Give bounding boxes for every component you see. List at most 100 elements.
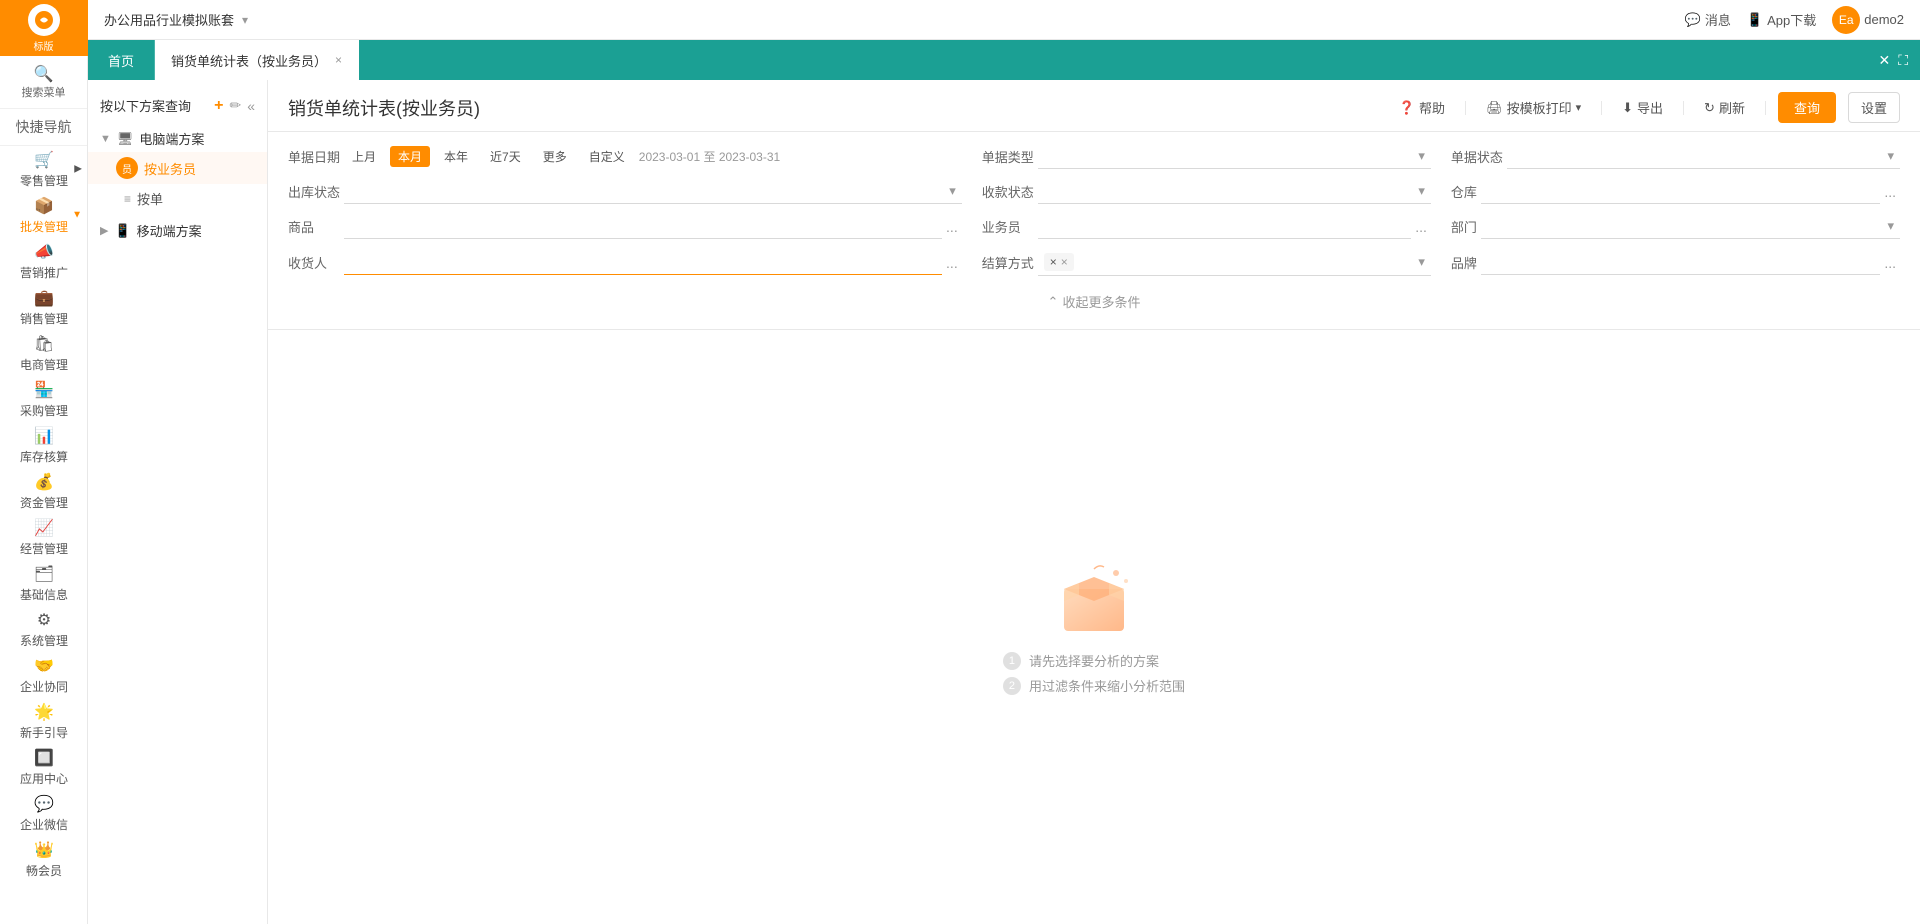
salesman-input[interactable] (1038, 215, 1411, 239)
settings-btn[interactable]: 设置 (1848, 92, 1900, 123)
sidebar-item-purchase[interactable]: 🏪 采购管理 (0, 376, 87, 422)
export-btn[interactable]: ⬇ 导出 (1614, 94, 1671, 121)
date-btn-last-month[interactable]: 上月 (344, 146, 384, 167)
empty-state-illustration (1044, 559, 1144, 639)
hint-2: 2 用过滤条件来缩小分析范围 (1003, 676, 1185, 695)
filter-goods: 商品 ... (288, 215, 962, 239)
filter-row-2: 出库状态 ▾ 收款状态 ▾ (288, 179, 1900, 204)
mobile-scheme-group-header[interactable]: ▶ 📱 移动端方案 (88, 217, 267, 244)
page-title: 销货单统计表(按业务员) (288, 95, 480, 121)
brand-input[interactable] (1481, 251, 1880, 275)
message-btn[interactable]: 💬 消息 (1685, 10, 1731, 29)
tab-maximize-icon[interactable]: ⛶ (1898, 52, 1908, 69)
sidebar-item-finance[interactable]: 💰 资金管理 (0, 468, 87, 514)
enterprise-icon: 🤝 (34, 656, 54, 676)
sidebar-item-ecommerce[interactable]: 🛍 电商管理 (0, 330, 87, 376)
retail-icon: 🛒 (34, 150, 54, 170)
base-icon: 🗂 (34, 564, 54, 584)
edit-scheme-icon[interactable]: ✏ (229, 97, 241, 114)
scheme-item-by-salesman[interactable]: 员 按业务员 (88, 152, 267, 184)
pc-scheme-group-header[interactable]: ▼ 🖥 电脑端方案 (88, 125, 267, 152)
settle-select[interactable]: × × ▾ (1038, 249, 1431, 276)
goods-input[interactable] (344, 215, 942, 239)
scheme-item-by-order[interactable]: ≡ 按单 (88, 184, 267, 213)
app-download-btn[interactable]: 📱 App下载 (1747, 10, 1816, 29)
logo[interactable]: 标版 (0, 0, 88, 56)
left-panel-header: 按以下方案查询 + ✏ « (88, 92, 267, 123)
tab-close-window-icon[interactable]: ✕ (1878, 52, 1890, 69)
sidebar-item-sales[interactable]: 💼 销售管理 (0, 284, 87, 330)
topbar-left: 办公用品行业模拟账套 ▾ (104, 10, 248, 29)
appcenter-icon: 🔲 (34, 748, 54, 768)
sidebar-item-system[interactable]: ⚙ 系统管理 (0, 606, 87, 652)
left-panel: 按以下方案查询 + ✏ « ▼ 🖥 电脑端方案 员 按业务员 (88, 80, 268, 924)
receiver-input[interactable] (344, 251, 942, 275)
query-btn[interactable]: 查询 (1778, 92, 1836, 123)
goods-label: 商品 (288, 217, 344, 236)
payment-status-label: 收款状态 (982, 182, 1038, 201)
sidebar-item-newuser[interactable]: 🌟 新手引导 (0, 698, 87, 744)
sidebar-item-inventory[interactable]: 📊 库存核算 (0, 422, 87, 468)
goods-dots-icon[interactable]: ... (942, 219, 962, 235)
topbar-title: 办公用品行业模拟账套 (104, 10, 234, 29)
tab-home[interactable]: 首页 (88, 40, 155, 80)
print-icon: 🖨 (1486, 100, 1503, 116)
inventory-icon: 📊 (34, 426, 54, 446)
dept-arrow-icon: ▾ (1887, 218, 1894, 234)
export-icon: ⬇ (1622, 100, 1633, 116)
sidebar-item-wholesale[interactable]: 📦 批发管理 ▼ (0, 192, 87, 238)
main-area: 办公用品行业模拟账套 ▾ 💬 消息 📱 App下载 Ea demo2 首页 (88, 0, 1920, 924)
filter-row-4: 收货人 ... 结算方式 × × ▾ (288, 249, 1900, 276)
warehouse-input[interactable] (1481, 180, 1880, 204)
warehouse-label: 仓库 (1451, 182, 1481, 201)
date-btn-this-year[interactable]: 本年 (436, 146, 476, 167)
doc-type-select[interactable]: ▾ (1038, 144, 1431, 169)
date-btn-more[interactable]: 更多 (535, 146, 575, 167)
out-status-select[interactable]: ▾ (344, 179, 962, 204)
salesman-dots-icon[interactable]: ... (1411, 219, 1431, 235)
sidebar-item-operation[interactable]: 📈 经营管理 (0, 514, 87, 560)
settle-clear-icon[interactable]: × (1061, 255, 1068, 269)
receiver-dots-icon[interactable]: ... (942, 255, 962, 271)
dept-select[interactable]: ▾ (1481, 214, 1900, 239)
doc-status-select[interactable]: ▾ (1507, 144, 1900, 169)
order-scheme-icon: ≡ (124, 192, 131, 206)
tab-sales-stats[interactable]: 销货单统计表（按业务员） × (155, 40, 359, 80)
date-btn-this-month[interactable]: 本月 (390, 146, 430, 167)
empty-hints: 1 请先选择要分析的方案 2 用过滤条件来缩小分析范围 (1003, 651, 1185, 695)
mobile-folder-icon: 📱 (114, 223, 130, 239)
print-btn[interactable]: 🖨 按模板打印 ▾ (1478, 94, 1589, 121)
right-panel: 销货单统计表(按业务员) ❓ 帮助 🖨 按模板打印 ▾ ⬇ (268, 80, 1920, 924)
message-icon: 💬 (1685, 12, 1701, 28)
topbar-dropdown-icon[interactable]: ▾ (242, 13, 248, 27)
topbar: 办公用品行业模拟账套 ▾ 💬 消息 📱 App下载 Ea demo2 (88, 0, 1920, 40)
sidebar-item-base[interactable]: 🗂 基础信息 (0, 560, 87, 606)
refresh-btn[interactable]: ↻ 刷新 (1696, 94, 1753, 121)
collapse-panel-icon[interactable]: « (247, 98, 255, 114)
search-menu[interactable]: 🔍 搜索菜单 (0, 56, 87, 109)
warehouse-dots-icon[interactable]: ... (1880, 184, 1900, 200)
doc-status-arrow-icon: ▾ (1887, 148, 1894, 164)
sidebar-item-appcenter[interactable]: 🔲 应用中心 (0, 744, 87, 790)
pc-folder-icon: 🖥 (117, 131, 134, 147)
user-profile-btn[interactable]: Ea demo2 (1832, 6, 1904, 34)
payment-status-select[interactable]: ▾ (1038, 179, 1431, 204)
sidebar-item-retail[interactable]: 🛒 零售管理 ▶ (0, 146, 87, 192)
settle-label: 结算方式 (982, 253, 1038, 272)
date-btn-7days[interactable]: 近7天 (482, 146, 529, 167)
sidebar-item-marketing[interactable]: 📣 营销推广 (0, 238, 87, 284)
add-scheme-icon[interactable]: + (214, 97, 223, 115)
collapse-filter-btn[interactable]: ⌃ 收起更多条件 (288, 286, 1900, 317)
help-btn[interactable]: ❓ 帮助 (1391, 94, 1453, 121)
quick-nav[interactable]: 快捷导航 (0, 109, 87, 146)
sidebar-item-corpwx[interactable]: 💬 企业微信 (0, 790, 87, 836)
brand-dots-icon[interactable]: ... (1880, 255, 1900, 271)
help-icon: ❓ (1399, 100, 1415, 116)
tab-close-icon[interactable]: × (335, 53, 342, 67)
sidebar-item-enterprise[interactable]: 🤝 企业协同 (0, 652, 87, 698)
sidebar-item-member[interactable]: 👑 畅会员 (0, 836, 87, 882)
hint-num-2: 2 (1003, 677, 1021, 695)
date-range-display: 2023-03-01 至 2023-03-31 (639, 148, 780, 165)
date-btn-custom[interactable]: 自定义 (581, 146, 633, 167)
sidebar: 标版 🔍 搜索菜单 快捷导航 🛒 零售管理 ▶ 📦 批发管理 ▼ 📣 营销推广 … (0, 0, 88, 924)
